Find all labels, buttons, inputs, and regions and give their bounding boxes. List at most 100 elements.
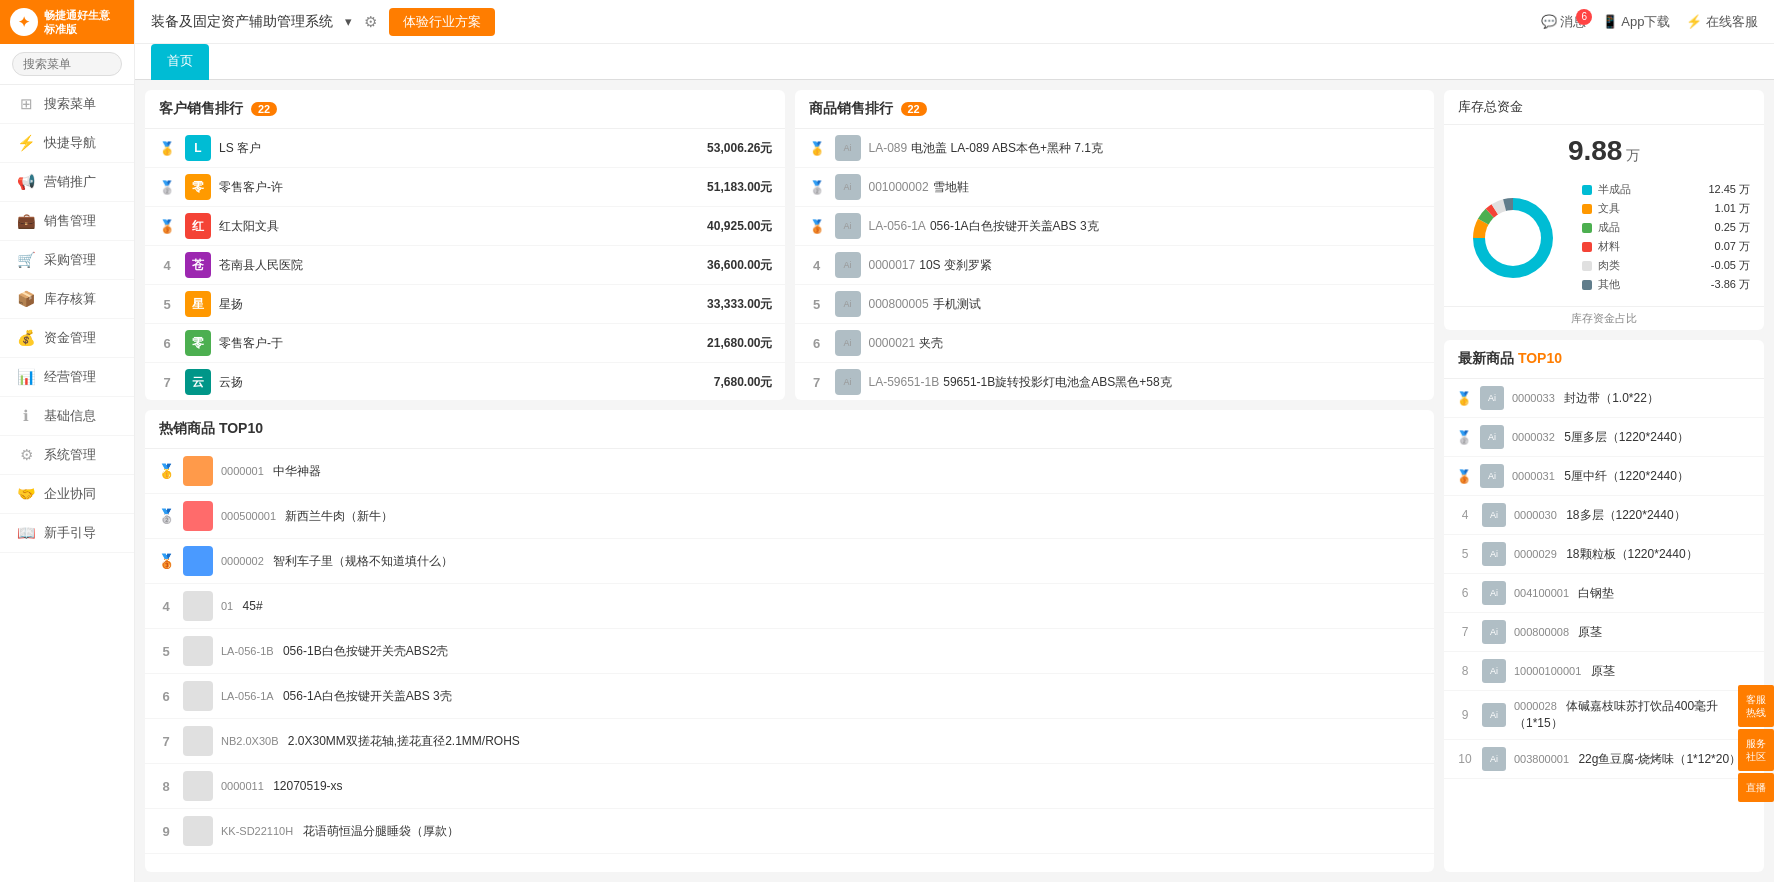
float-btn-service[interactable]: 客服热线 [1738, 685, 1774, 727]
new-products-list: 🥇 Ai 0000033 封边带（1.0*22） 🥈 Ai 0000032 5厘… [1444, 379, 1764, 779]
product-info: 0000030 18多层（1220*2440） [1514, 507, 1752, 524]
sidebar-item-4[interactable]: 🛒采购管理 [0, 241, 134, 280]
sidebar-item-5[interactable]: 📦库存核算 [0, 280, 134, 319]
rank-medal: 🥇 [157, 463, 175, 479]
nav-icon-3: 💼 [16, 212, 36, 230]
rank-amount: 51,183.00元 [707, 179, 772, 196]
rank-num: 9 [1456, 708, 1474, 722]
list-item[interactable]: 9 Ai 0000028 体碱嘉枝味苏打饮品400毫升（1*15） [1444, 691, 1764, 740]
table-row[interactable]: 4 Ai 000001710S 变刹罗紧 [795, 246, 1435, 285]
list-item[interactable]: 7 Ai 000800008 原茎 [1444, 613, 1764, 652]
list-item[interactable]: 4 Ai 0000030 18多层（1220*2440） [1444, 496, 1764, 535]
list-item[interactable]: 5 LA-056-1B 056-1B白色按键开关壳ABS2壳 [145, 629, 1434, 674]
table-row[interactable]: 6 零 零售客户-于 21,680.00元 [145, 324, 785, 363]
list-item[interactable]: 🥈 Ai 0000032 5厘多层（1220*2440） [1444, 418, 1764, 457]
list-item[interactable]: 6 LA-056-1A 056-1A白色按键开关盖ABS 3壳 [145, 674, 1434, 719]
list-item[interactable]: 6 Ai 004100001 白钢垫 [1444, 574, 1764, 613]
sidebar-item-6[interactable]: 💰资金管理 [0, 319, 134, 358]
list-item[interactable]: 8 Ai 10000100001 原茎 [1444, 652, 1764, 691]
list-item[interactable]: 7 NB2.0X30B 2.0X30MM双搓花轴,搓花直径2.1MM/ROHS [145, 719, 1434, 764]
list-item[interactable]: 🥇 0000001 中华神器 [145, 449, 1434, 494]
product-ranking-header: 商品销售排行 22 [795, 90, 1435, 129]
product-name: 智利车子里（规格不知道填什么） [273, 554, 453, 568]
table-row[interactable]: 7 Ai LA-59651-1B59651-1B旋转投影灯电池盒ABS黑色+58… [795, 363, 1435, 400]
rank-avatar: 红 [185, 213, 211, 239]
online-service[interactable]: ⚡ 在线客服 [1686, 13, 1758, 31]
product-icon: Ai [1482, 703, 1506, 727]
product-info: KK-SD22110H 花语萌恒温分腿睡袋（厚款） [221, 823, 1422, 840]
sidebar-item-7[interactable]: 📊 经营管理 [0, 358, 134, 397]
gear-icon[interactable]: ⚙ [364, 13, 377, 31]
product-name: 18多层（1220*2440） [1566, 508, 1685, 522]
float-btn-community[interactable]: 服务社区 [1738, 729, 1774, 771]
notification-bell[interactable]: 💬 消息 6 [1541, 13, 1587, 31]
tab-home[interactable]: 首页 [151, 44, 209, 80]
legend-value: -3.86 万 [1711, 277, 1750, 292]
hot-products-list: 🥇 0000001 中华神器 🥈 000500001 新西兰牛肉（新牛） 🥉 0… [145, 449, 1434, 872]
list-item[interactable]: 🥈 000500001 新西兰牛肉（新牛） [145, 494, 1434, 539]
table-row[interactable]: 🥇 L LS 客户 53,006.26元 [145, 129, 785, 168]
nav-label-7: 经营管理 [44, 368, 96, 386]
list-item[interactable]: 10 Ai 003800001 22g鱼豆腐-烧烤味（1*12*20） [1444, 740, 1764, 779]
sidebar-item-11[interactable]: 📖新手引导 [0, 514, 134, 553]
sidebar-item-10[interactable]: 🤝企业协同 [0, 475, 134, 514]
rank-num: 4 [157, 599, 175, 614]
product-code: 0000030 [1514, 509, 1557, 521]
donut-chart [1458, 183, 1568, 296]
table-row[interactable]: 🥉 Ai LA-056-1A056-1A白色按键开关盖ABS 3克 [795, 207, 1435, 246]
product-name: 2.0X30MM双搓花轴,搓花直径2.1MM/ROHS [288, 734, 520, 748]
content-area: 客户销售排行 22 🥇 L LS 客户 53,006.26元🥈 零 零售客户-许… [135, 80, 1774, 882]
sidebar-item-2[interactable]: 📢营销推广 [0, 163, 134, 202]
list-item[interactable]: 9 KK-SD22110H 花语萌恒温分腿睡袋（厚款） [145, 809, 1434, 854]
nav-icon-7: 📊 [16, 368, 36, 386]
rank-amount: 21,680.00元 [707, 335, 772, 352]
list-item[interactable]: 5 Ai 0000029 18颗粒板（1220*2440） [1444, 535, 1764, 574]
sidebar-item-0[interactable]: ⊞搜索菜单 [0, 85, 134, 124]
sidebar: ✦ 畅捷通好生意 标准版 ⊞搜索菜单⚡快捷导航📢营销推广💼销售管理🛒采购管理📦库… [0, 0, 135, 882]
table-row[interactable]: 🥉 红 红太阳文具 40,925.00元 [145, 207, 785, 246]
sidebar-item-8[interactable]: ℹ基础信息 [0, 397, 134, 436]
product-code: 10000100001 [1514, 665, 1581, 677]
search-input[interactable] [12, 52, 122, 76]
product-code: KK-SD22110H [221, 825, 293, 837]
table-row[interactable]: 4 苍 苍南县人民医院 36,600.00元 [145, 246, 785, 285]
rank-avatar: 云 [185, 369, 211, 395]
legend-list: 半成品 12.45 万 文具 1.01 万 成品 0.25 万 材料 0.07 … [1582, 182, 1750, 296]
product-info: LA-056-1B 056-1B白色按键开关壳ABS2壳 [221, 643, 1422, 660]
table-row[interactable]: 6 Ai 0000021夹壳 [795, 324, 1435, 363]
product-name: 中华神器 [273, 464, 321, 478]
legend-label: 半成品 [1598, 182, 1702, 197]
sidebar-item-9[interactable]: ⚙系统管理 [0, 436, 134, 475]
nav-label-10: 企业协同 [44, 485, 96, 503]
float-btn-live[interactable]: 直播 [1738, 773, 1774, 802]
table-row[interactable]: 🥇 Ai LA-089电池盖 LA-089 ABS本色+黑种 7.1克 [795, 129, 1435, 168]
list-item[interactable]: 🥉 0000002 智利车子里（规格不知道填什么） [145, 539, 1434, 584]
app-download[interactable]: 📱 App下载 [1602, 13, 1670, 31]
sidebar-item-1[interactable]: ⚡快捷导航 [0, 124, 134, 163]
product-info: 10000100001 原茎 [1514, 663, 1752, 680]
table-row[interactable]: 5 Ai 000800005手机测试 [795, 285, 1435, 324]
list-item[interactable]: 4 01 45# [145, 584, 1434, 629]
table-row[interactable]: 7 云 云扬 7,680.00元 [145, 363, 785, 400]
nav-label-0: 搜索菜单 [44, 95, 96, 113]
system-dropdown[interactable]: ▾ [345, 14, 352, 29]
list-item[interactable]: 🥉 Ai 0000031 5厘中纤（1220*2440） [1444, 457, 1764, 496]
product-ranking-card: 商品销售排行 22 🥇 Ai LA-089电池盖 LA-089 ABS本色+黑种… [795, 90, 1435, 400]
table-row[interactable]: 🥈 零 零售客户-许 51,183.00元 [145, 168, 785, 207]
product-icon: Ai [835, 252, 861, 278]
list-item[interactable]: 🥇 Ai 0000033 封边带（1.0*22） [1444, 379, 1764, 418]
list-item[interactable]: 8 0000011 12070519-xs [145, 764, 1434, 809]
table-row[interactable]: 5 星 星扬 33,333.00元 [145, 285, 785, 324]
product-icon: Ai [835, 213, 861, 239]
product-info: 0000033 封边带（1.0*22） [1512, 390, 1752, 407]
rank-num: 8 [157, 779, 175, 794]
rank-medal: 🥈 [1456, 430, 1472, 445]
sidebar-item-3[interactable]: 💼销售管理 [0, 202, 134, 241]
trial-button[interactable]: 体验行业方案 [389, 8, 495, 36]
product-name: LA-089电池盖 LA-089 ABS本色+黑种 7.1克 [869, 140, 1423, 157]
product-name: 5厘多层（1220*2440） [1564, 430, 1689, 444]
rank-num: 6 [1456, 586, 1474, 600]
rank-avatar: 零 [185, 330, 211, 356]
table-row[interactable]: 🥈 Ai 001000002雪地鞋 [795, 168, 1435, 207]
inventory-title: 库存总资金 [1458, 98, 1523, 116]
